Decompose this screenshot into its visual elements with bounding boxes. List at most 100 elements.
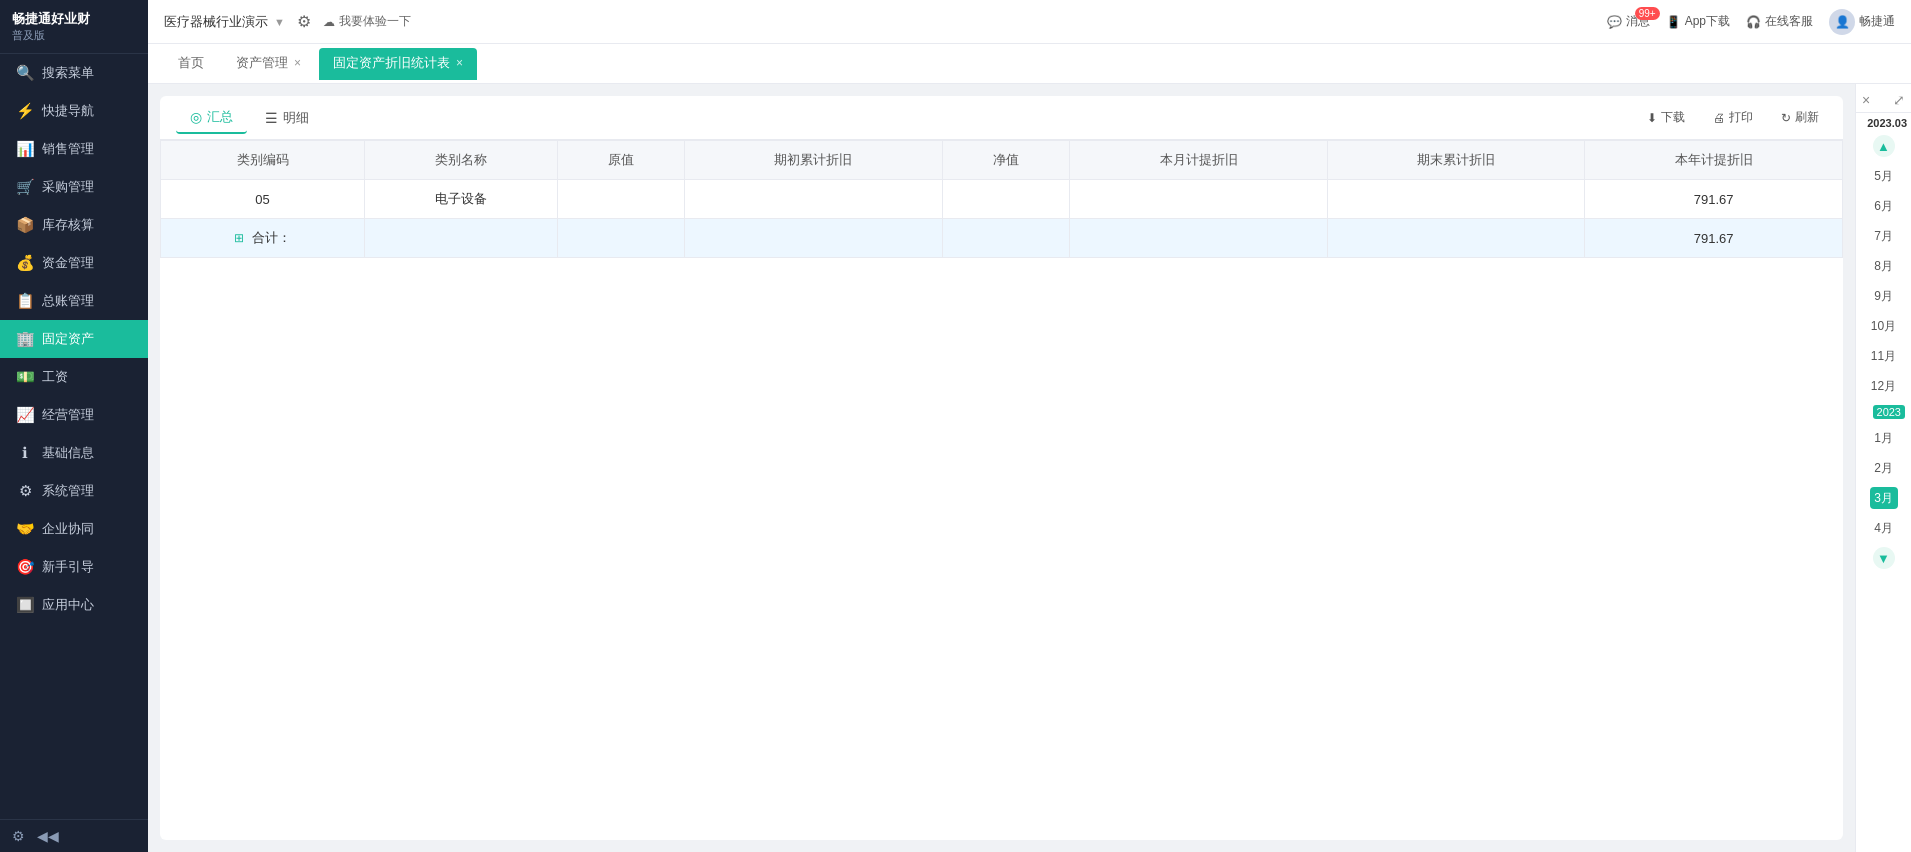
gear-icon[interactable]: ⚙ <box>297 12 311 31</box>
experience-label: 我要体验一下 <box>339 13 411 30</box>
sidebar-item-collab[interactable]: 🤝 企业协同 <box>0 510 148 548</box>
cal-month-6[interactable]: 6月 <box>1856 191 1911 221</box>
cal-month-7[interactable]: 7月 <box>1856 221 1911 251</box>
cal-month-4[interactable]: 4月 <box>1856 513 1911 543</box>
col-period-begin-acc: 期初累计折旧 <box>685 141 943 180</box>
sidebar-item-guide[interactable]: 🎯 新手引导 <box>0 548 148 586</box>
col-name: 类别名称 <box>365 141 558 180</box>
user-menu[interactable]: 👤 畅捷通 <box>1829 9 1895 35</box>
topbar-right: 💬 消息 99+ 📱 App下载 🎧 在线客服 👤 畅捷通 <box>1607 9 1895 35</box>
cell-name: 电子设备 <box>365 180 558 219</box>
fixed-assets-icon: 🏢 <box>16 330 34 348</box>
sidebar-item-label: 采购管理 <box>42 178 94 196</box>
sidebar-item-label: 资金管理 <box>42 254 94 272</box>
print-button[interactable]: 🖨 打印 <box>1705 105 1761 130</box>
sidebar-item-search[interactable]: 🔍 搜索菜单 <box>0 54 148 92</box>
sidebar-item-management[interactable]: 📈 经营管理 <box>0 396 148 434</box>
sidebar-item-ledger[interactable]: 📋 总账管理 <box>0 282 148 320</box>
cal-month-3[interactable]: 3月 <box>1856 483 1911 513</box>
system-icon: ⚙ <box>16 482 34 500</box>
total-month-dep <box>1070 219 1328 258</box>
download-button[interactable]: ⬇ 下载 <box>1639 105 1693 130</box>
online-service-button[interactable]: 🎧 在线客服 <box>1746 13 1813 30</box>
detail-icon: ☰ <box>265 110 278 126</box>
month-badge-6: 6月 <box>1870 195 1898 217</box>
sub-tabbar: ◎ 汇总 ☰ 明细 ⬇ 下载 🖨 打印 <box>160 96 1843 140</box>
sidebar-item-payroll[interactable]: 💵 工资 <box>0 358 148 396</box>
tab-depreciation-report[interactable]: 固定资产折旧统计表 × <box>319 48 477 80</box>
sidebar-item-system[interactable]: ⚙ 系统管理 <box>0 472 148 510</box>
col-period-end-acc: 期末累计折旧 <box>1327 141 1585 180</box>
cal-month-5[interactable]: 5月 <box>1856 161 1911 191</box>
cal-month-11[interactable]: 11月 <box>1856 341 1911 371</box>
cal-month-10[interactable]: 10月 <box>1856 311 1911 341</box>
app-subtitle: 普及版 <box>12 28 45 43</box>
cell-code: 05 <box>161 180 365 219</box>
sidebar-item-label: 快捷导航 <box>42 102 94 120</box>
cal-month-2[interactable]: 2月 <box>1856 453 1911 483</box>
experience-button[interactable]: ☁ 我要体验一下 <box>323 13 411 30</box>
sidebar-item-purchase[interactable]: 🛒 采购管理 <box>0 168 148 206</box>
settings-bottom-icon[interactable]: ⚙ <box>12 828 25 844</box>
cal-month-9[interactable]: 9月 <box>1856 281 1911 311</box>
sidebar: 畅捷通好业财 普及版 🔍 搜索菜单 ⚡ 快捷导航 📊 销售管理 🛒 采购管理 📦… <box>0 0 148 852</box>
collab-icon: 🤝 <box>16 520 34 538</box>
sidebar-item-fixed-assets[interactable]: 🏢 固定资产 <box>0 320 148 358</box>
year-badge-2023: 2023 <box>1873 405 1905 419</box>
sidebar-bottom: ⚙ ◀◀ <box>0 819 148 852</box>
notification-badge: 99+ <box>1635 7 1660 20</box>
sidebar-item-sales[interactable]: 📊 销售管理 <box>0 130 148 168</box>
cal-month-12[interactable]: 12月 <box>1856 371 1911 401</box>
sub-tab-detail[interactable]: ☰ 明细 <box>251 103 323 133</box>
tab-home[interactable]: 首页 <box>164 48 218 80</box>
refresh-button[interactable]: ↻ 刷新 <box>1773 105 1827 130</box>
sub-tab-summary-label: 汇总 <box>207 108 233 126</box>
content-area: ◎ 汇总 ☰ 明细 ⬇ 下载 🖨 打印 <box>148 84 1911 852</box>
company-selector[interactable]: 医疗器械行业演示 ▼ <box>164 13 285 31</box>
cal-month-1[interactable]: 1月 <box>1856 423 1911 453</box>
total-name-cell <box>365 219 558 258</box>
table-wrap: 类别编码 类别名称 原值 期初累计折旧 净值 本月计提折旧 期末累计折旧 本年计… <box>160 140 1843 840</box>
col-net: 净值 <box>942 141 1070 180</box>
purchase-icon: 🛒 <box>16 178 34 196</box>
sidebar-item-label: 经营管理 <box>42 406 94 424</box>
table-row: 05 电子设备 791.67 <box>161 180 1843 219</box>
expand-panel-icon[interactable]: ⤢ <box>1893 92 1905 108</box>
calendar-scroll-down[interactable]: ▼ <box>1873 547 1895 569</box>
app-download-button[interactable]: 📱 App下载 <box>1666 13 1730 30</box>
sidebar-item-basic-info[interactable]: ℹ 基础信息 <box>0 434 148 472</box>
sidebar-item-app-center[interactable]: 🔲 应用中心 <box>0 586 148 624</box>
sidebar-nav: 🔍 搜索菜单 ⚡ 快捷导航 📊 销售管理 🛒 采购管理 📦 库存核算 💰 资金管… <box>0 54 148 819</box>
month-badge-12: 12月 <box>1870 375 1898 397</box>
collapse-icon[interactable]: ◀◀ <box>37 828 59 844</box>
notification-button[interactable]: 💬 消息 99+ <box>1607 13 1650 30</box>
cal-month-8[interactable]: 8月 <box>1856 251 1911 281</box>
col-year-dep: 本年计提折旧 <box>1585 141 1843 180</box>
sidebar-item-label: 库存核算 <box>42 216 94 234</box>
tabbar: 首页 资产管理 × 固定资产折旧统计表 × <box>148 44 1911 84</box>
total-period-begin <box>685 219 943 258</box>
right-calendar-panel: × ⤢ 2023.03 ▲ 5月 6月 7月 8月 9月 10月 11月 12月… <box>1855 84 1911 852</box>
cell-original <box>557 180 685 219</box>
total-net <box>942 219 1070 258</box>
total-label-cell: ⊞ 合计： <box>161 219 365 258</box>
sub-tab-actions: ⬇ 下载 🖨 打印 ↻ 刷新 <box>1639 105 1827 130</box>
current-period-label: 2023.03 <box>1856 113 1911 131</box>
sidebar-item-quicknav[interactable]: ⚡ 快捷导航 <box>0 92 148 130</box>
cal-year-2023: 2023 <box>1856 401 1911 423</box>
online-service-label: 在线客服 <box>1765 13 1813 30</box>
sidebar-item-finance[interactable]: 💰 资金管理 <box>0 244 148 282</box>
sidebar-item-label: 销售管理 <box>42 140 94 158</box>
sub-tab-summary[interactable]: ◎ 汇总 <box>176 102 247 134</box>
tab-depreciation-report-label: 固定资产折旧统计表 <box>333 54 450 72</box>
tab-asset-management[interactable]: 资产管理 × <box>222 48 315 80</box>
sidebar-item-inventory[interactable]: 📦 库存核算 <box>0 206 148 244</box>
table-header-row: 类别编码 类别名称 原值 期初累计折旧 净值 本月计提折旧 期末累计折旧 本年计… <box>161 141 1843 180</box>
calendar-scroll-up[interactable]: ▲ <box>1873 135 1895 157</box>
tab-depreciation-report-close[interactable]: × <box>456 56 463 70</box>
close-panel-icon[interactable]: × <box>1862 92 1870 108</box>
app-title: 畅捷通好业财 <box>12 10 90 28</box>
notification-icon: 💬 <box>1607 15 1622 29</box>
month-badge-4: 4月 <box>1870 517 1898 539</box>
tab-asset-management-close[interactable]: × <box>294 56 301 70</box>
